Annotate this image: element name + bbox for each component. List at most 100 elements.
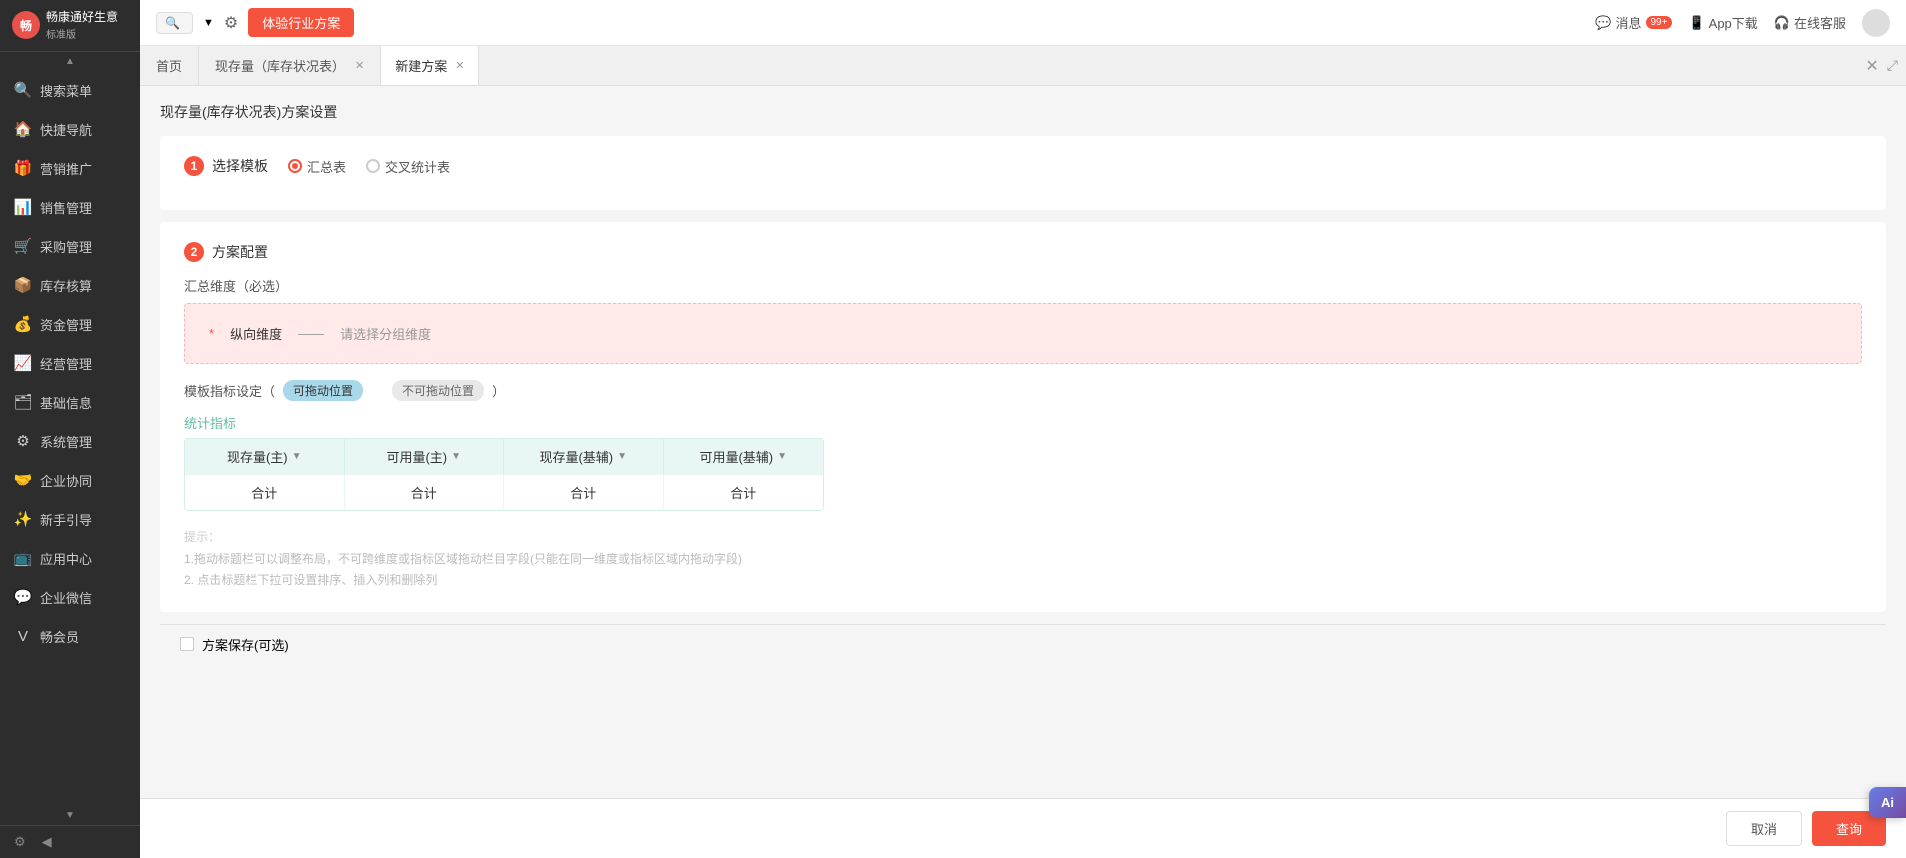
header-dropdown-2[interactable]: ▼ [617,451,627,462]
page-content: 现存量(库存状况表)方案设置 1 选择模板 汇总表 交叉统计表 [140,86,1906,798]
sidebar-item-marketing[interactable]: 🎁 营销推广 [0,149,140,188]
radio-cross[interactable]: 交叉统计表 [366,157,450,176]
ai-float-button[interactable]: Ai [1869,787,1906,818]
header-label-1: 可用量(主) [386,447,447,466]
sidebar-scroll-up[interactable]: ▲ [0,52,140,71]
tab-close-all-icon[interactable]: ✕ [1865,56,1878,76]
header-dropdown-1[interactable]: ▼ [451,451,461,462]
header-dropdown-0[interactable]: ▼ [292,451,302,462]
header-cell-1[interactable]: 可用量(主) ▼ [345,439,505,474]
dim-required-mark: * [209,326,214,341]
sidebar-item-apps[interactable]: 📺 应用中心 [0,539,140,578]
stats-table: 现存量(主) ▼ 可用量(主) ▼ 现存量(基辅) ▼ 可用量(基辅) ▼ [184,438,824,511]
indicator-row: 模板指标设定（ 可拖动位置 不可拖动位置 ） [184,380,1862,401]
online-service-button[interactable]: 🎧 在线客服 [1774,13,1846,32]
sidebar-item-collab[interactable]: 🤝 企业协同 [0,461,140,500]
chevron-down-icon[interactable]: ▼ [203,17,214,29]
dim-placeholder: 请选择分组维度 [340,324,431,343]
message-label: 消息 [1615,13,1641,32]
page-title: 现存量(库存状况表)方案设置 [160,102,1886,122]
user-avatar[interactable] [1862,9,1890,37]
header-dropdown-3[interactable]: ▼ [777,451,787,462]
indicator-movable-chip: 可拖动位置 [283,380,363,401]
action-bar: 取消 查询 [140,798,1906,858]
sidebar-item-label: 搜索菜单 [40,81,92,100]
tab-inventory-label: 现存量（库存状况表） [215,56,345,75]
headset-icon: 🎧 [1774,15,1790,31]
header-cell-3[interactable]: 可用量(基辅) ▼ [664,439,824,474]
collapse-icon[interactable]: ◀ [42,834,52,850]
section2-num: 2 [184,242,204,262]
sidebar-logo: 畅 畅康通好生意 标准版 [0,0,140,52]
tips-section: 提示： 1.拖动标题栏可以调整布局，不可跨维度或指标区域拖动栏目字段(只能在同一… [184,527,1862,592]
search-box[interactable]: 🔍 [156,12,193,34]
tab-new-plan[interactable]: 新建方案 ✕ [381,46,479,85]
phone-icon: 📱 [1688,15,1704,31]
sidebar-item-operation[interactable]: 📈 经营管理 [0,344,140,383]
settings-icon[interactable]: ⚙ [14,834,26,850]
sidebar-item-label: 新手引导 [40,510,92,529]
radio-summary[interactable]: 汇总表 [288,157,346,176]
sidebar-item-inventory[interactable]: 📦 库存核算 [0,266,140,305]
template-radio-group: 汇总表 交叉统计表 [288,157,450,176]
sidebar-item-sales[interactable]: 📊 销售管理 [0,188,140,227]
star-icon: ✨ [14,510,32,528]
member-icon: V [14,627,32,645]
sidebar-item-guide[interactable]: ✨ 新手引导 [0,500,140,539]
tips-item-1: 2. 点击标题栏下拉可设置排序、插入列和删除列 [184,570,1862,592]
sidebar-item-label: 企业协同 [40,471,92,490]
header-cell-0[interactable]: 现存量(主) ▼ [185,439,345,474]
logo-text: 畅康通好生意 标准版 [46,10,118,41]
sidebar-item-finance[interactable]: 💰 资金管理 [0,305,140,344]
tab-home[interactable]: 首页 [140,46,199,85]
message-button[interactable]: 💬 消息 99+ [1595,13,1672,32]
stats-table-header: 现存量(主) ▼ 可用量(主) ▼ 现存量(基辅) ▼ 可用量(基辅) ▼ [185,439,823,474]
app-edition: 标准版 [46,26,118,41]
sidebar-item-search[interactable]: 🔍 搜索菜单 [0,71,140,110]
radio-cross-label: 交叉统计表 [385,157,450,176]
cancel-button[interactable]: 取消 [1726,811,1802,846]
app-name: 畅康通好生意 [46,10,118,26]
topbar-gear-icon[interactable]: ⚙ [224,13,238,33]
app-download-button[interactable]: 📱 App下载 [1688,13,1757,32]
sidebar-item-label: 基础信息 [40,393,92,412]
body-cell-0-3: 合计 [664,474,824,510]
sidebar-item-label: 经营管理 [40,354,92,373]
trial-button[interactable]: 体验行业方案 [248,8,354,37]
indicator-close: ） [492,381,505,400]
radio-summary-label: 汇总表 [307,157,346,176]
body-cell-0-2: 合计 [504,474,664,510]
sidebar-item-member[interactable]: V 畅会员 [0,617,140,656]
tab-new-plan-close-icon[interactable]: ✕ [455,59,464,72]
info-icon: 🗂 [14,393,32,411]
sidebar-scroll-down[interactable]: ▼ [0,806,140,825]
indicator-label: 模板指标设定（ [184,381,275,400]
sidebar-item-wechat[interactable]: 💬 企业微信 [0,578,140,617]
tab-inventory-close-icon[interactable]: ✕ [355,59,364,72]
sidebar-nav: 🔍 搜索菜单 🏠 快捷导航 🎁 营销推广 📊 销售管理 🛒 采购管理 📦 库存核… [0,71,140,806]
body-cell-0-1: 合计 [345,474,505,510]
tab-new-plan-label: 新建方案 [395,56,447,75]
message-icon: 💬 [1595,15,1611,31]
header-label-2: 现存量(基辅) [539,447,613,466]
sidebar-item-basic[interactable]: 🗂 基础信息 [0,383,140,422]
tab-inventory[interactable]: 现存量（库存状况表） ✕ [199,46,381,85]
sidebar-item-system[interactable]: ⚙ 系统管理 [0,422,140,461]
sidebar-bottom: ⚙ ◀ [0,825,140,858]
sidebar-item-purchase[interactable]: 🛒 采购管理 [0,227,140,266]
radio-dot-cross [366,159,380,173]
radio-dot-summary [288,159,302,173]
main-content: 🔍 ▼ ⚙ 体验行业方案 💬 消息 99+ 📱 App下载 🎧 在线客服 [140,0,1906,858]
save-label: 方案保存(可选) [202,635,289,654]
tab-expand-icon[interactable]: ⤢ [1887,57,1898,74]
section1-header: 1 选择模板 汇总表 交叉统计表 [184,156,1862,176]
sales-icon: 📊 [14,198,32,216]
dimension-box[interactable]: * 纵向维度 —— 请选择分组维度 [184,303,1862,364]
header-cell-2[interactable]: 现存量(基辅) ▼ [504,439,664,474]
stats-table-body: 合计 合计 合计 合计 [185,474,823,510]
message-badge: 99+ [1646,16,1673,29]
sidebar-item-nav[interactable]: 🏠 快捷导航 [0,110,140,149]
handshake-icon: 🤝 [14,471,32,489]
save-checkbox[interactable] [180,637,194,651]
section1-num: 1 [184,156,204,176]
